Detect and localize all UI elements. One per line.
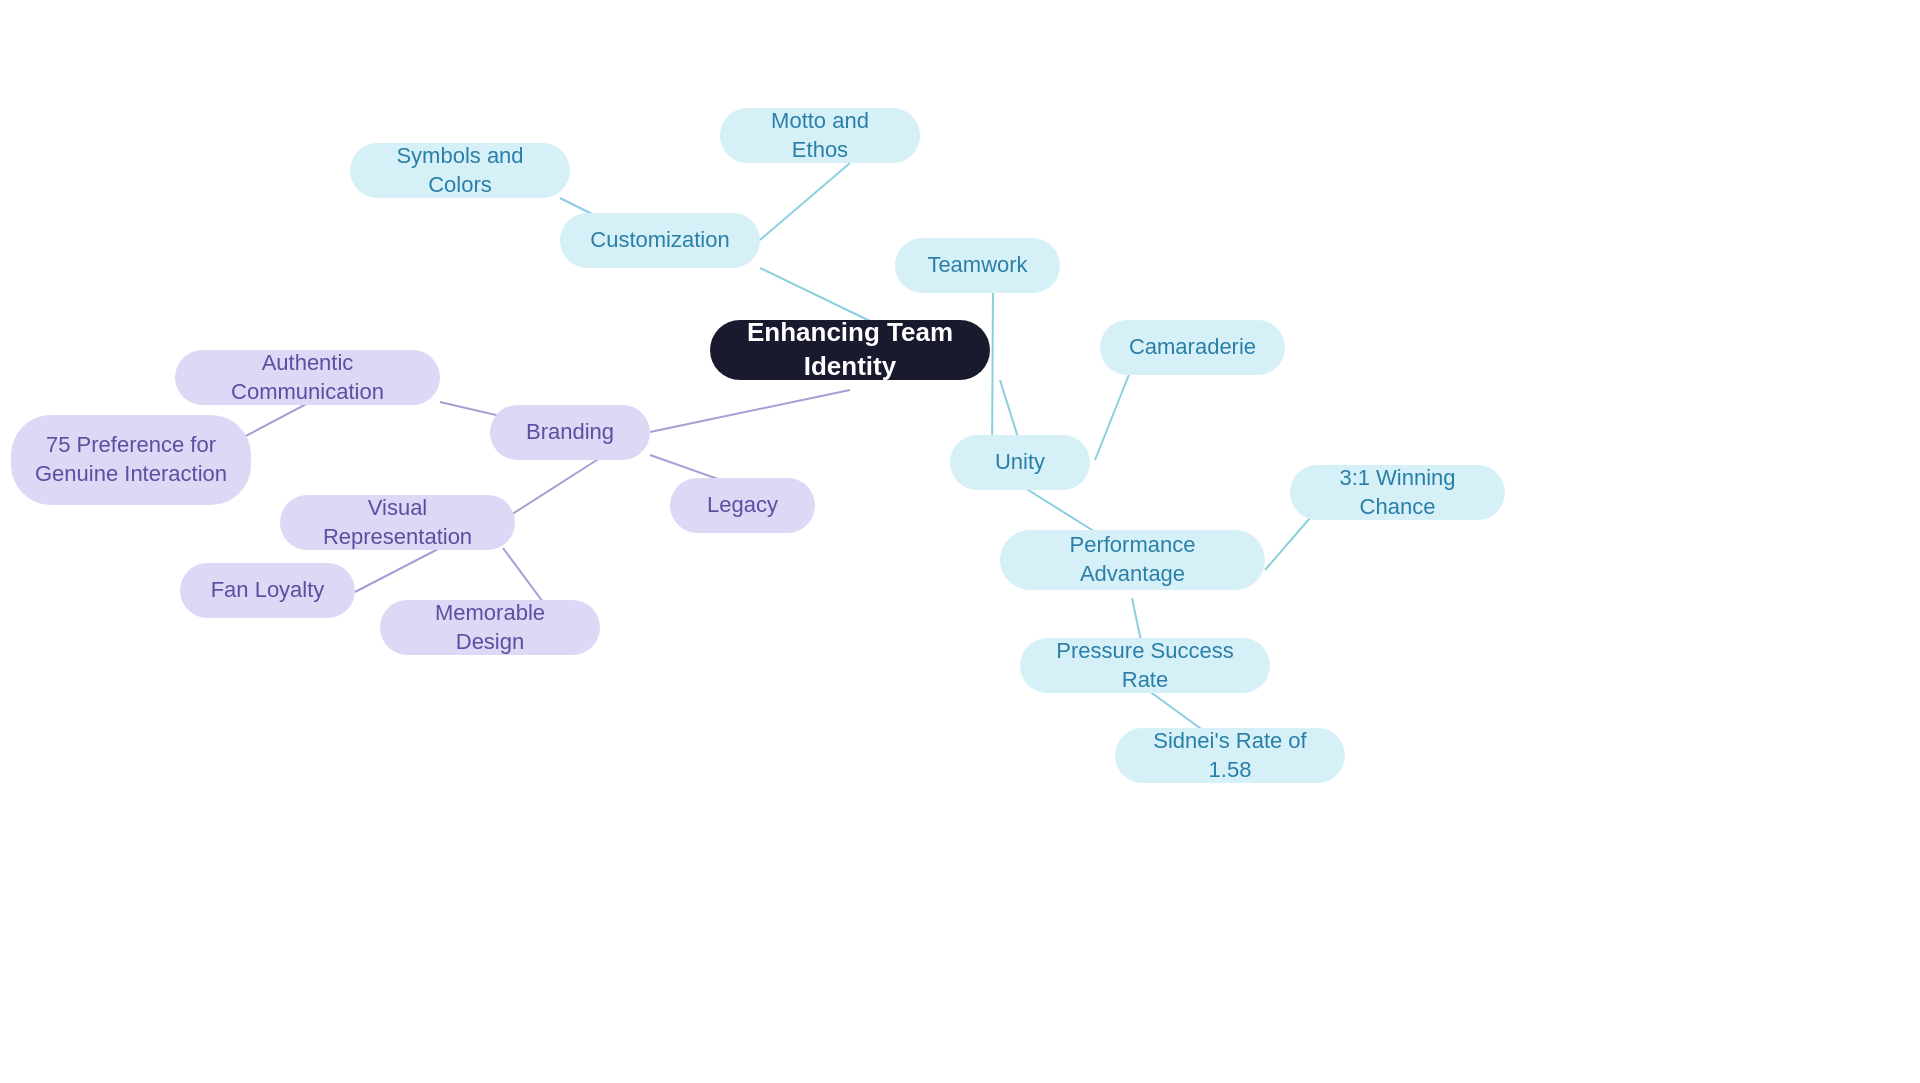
node-customization[interactable]: Customization [560, 213, 760, 268]
node-visual-representation[interactable]: Visual Representation [280, 495, 515, 550]
node-sidnei-rate[interactable]: Sidnei's Rate of 1.58 [1115, 728, 1345, 783]
node-branding[interactable]: Branding [490, 405, 650, 460]
node-symbols-colors[interactable]: Symbols and Colors [350, 143, 570, 198]
node-legacy[interactable]: Legacy [670, 478, 815, 533]
node-winning-chance[interactable]: 3:1 Winning Chance [1290, 465, 1505, 520]
node-motto-ethos[interactable]: Motto and Ethos [720, 108, 920, 163]
node-teamwork[interactable]: Teamwork [895, 238, 1060, 293]
node-fan-loyalty[interactable]: Fan Loyalty [180, 563, 355, 618]
node-authentic-communication[interactable]: Authentic Communication [175, 350, 440, 405]
node-enhancing-team-identity[interactable]: Enhancing Team Identity [710, 320, 990, 380]
svg-line-6 [503, 458, 600, 520]
svg-line-12 [1095, 372, 1130, 460]
node-performance-advantage[interactable]: Performance Advantage [1000, 530, 1265, 590]
svg-line-3 [650, 390, 850, 432]
node-camaraderie[interactable]: Camaraderie [1100, 320, 1285, 375]
svg-line-14 [1265, 518, 1310, 570]
svg-line-7 [355, 548, 440, 592]
node-memorable-design[interactable]: Memorable Design [380, 600, 600, 655]
node-unity[interactable]: Unity [950, 435, 1090, 490]
node-pressure-success-rate[interactable]: Pressure Success Rate [1020, 638, 1270, 693]
node-preference-genuine-interaction[interactable]: 75 Preference for Genuine Interaction [11, 415, 251, 505]
svg-line-2 [760, 163, 850, 240]
